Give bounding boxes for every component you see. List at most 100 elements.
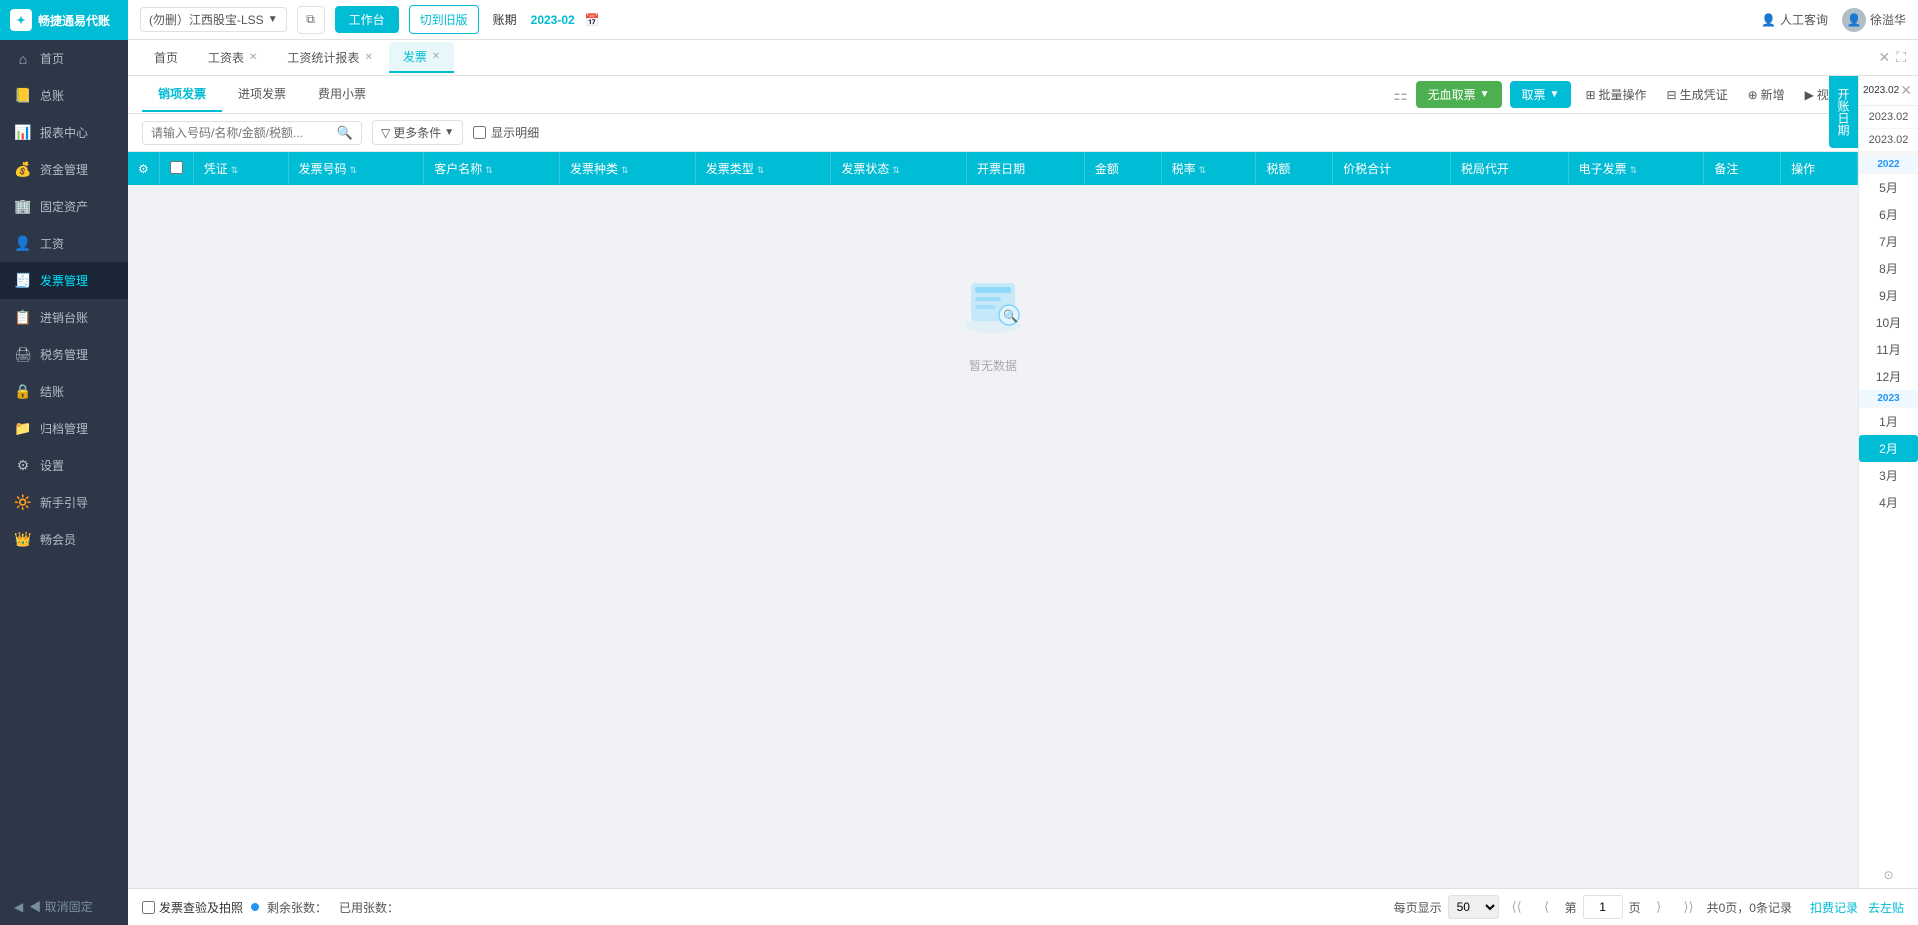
user-profile[interactable]: 👤 徐溢华: [1842, 8, 1906, 32]
sidebar-item-home[interactable]: ⌂ 首页: [0, 40, 128, 77]
col-amount: 金额: [1084, 152, 1161, 185]
sidebar-item-tax[interactable]: 🖨 税务管理: [0, 336, 128, 373]
sidebar-item-guide[interactable]: 🔆 新手引导: [0, 484, 128, 521]
copy-button[interactable]: ⧉: [297, 6, 325, 34]
show-detail-checkbox[interactable]: [473, 126, 486, 139]
next-page-button[interactable]: ⟩: [1647, 895, 1671, 919]
search-input[interactable]: [151, 126, 332, 140]
e-invoice-sort-icon[interactable]: ⇅: [1630, 165, 1638, 175]
month-6[interactable]: 6月: [1859, 201, 1918, 228]
no-cancel-ticket-button[interactable]: 无血取票 ▼: [1416, 81, 1502, 108]
month-9[interactable]: 9月: [1859, 282, 1918, 309]
month-3[interactable]: 3月: [1859, 462, 1918, 489]
last-page-button[interactable]: ⟩⟩: [1677, 895, 1701, 919]
sidebar-item-invoice[interactable]: 🧾 发票管理: [0, 262, 128, 299]
sidebar-item-close[interactable]: 🔒 结账: [0, 373, 128, 410]
footer-left: 发票查验及拍照 剩余张数： 已用张数：: [142, 899, 403, 916]
tab-salary-stats-label: 工资统计报表: [287, 49, 359, 66]
open-period-button[interactable]: 开账日期: [1829, 76, 1858, 148]
tax-rate-sort-icon[interactable]: ⇅: [1199, 165, 1207, 175]
first-page-button[interactable]: ⟨⟨: [1505, 895, 1529, 919]
month-11[interactable]: 11月: [1859, 336, 1918, 363]
period-entry-1[interactable]: 2023.02: [1859, 129, 1918, 152]
month-4[interactable]: 4月: [1859, 489, 1918, 516]
tab-salary-stats-close[interactable]: ✕: [364, 52, 372, 63]
sidebar-item-assets[interactable]: 🏢 固定资产: [0, 188, 128, 225]
svg-text:🔍: 🔍: [1003, 308, 1018, 323]
logo-icon: ✦: [10, 9, 32, 31]
workbench-button[interactable]: 工作台: [335, 6, 399, 33]
fee-record-link[interactable]: 扣费记录: [1810, 899, 1858, 916]
column-settings-icon[interactable]: ⚏: [1393, 85, 1407, 105]
date-panel-close[interactable]: ✕: [1900, 82, 1912, 99]
feedback-link[interactable]: 去左贴: [1868, 899, 1904, 916]
filter-icon: ▽: [381, 126, 390, 140]
month-10[interactable]: 10月: [1859, 309, 1918, 336]
month-8[interactable]: 8月: [1859, 255, 1918, 282]
tab-invoice[interactable]: 发票 ✕: [389, 42, 454, 73]
sidebar-item-payroll[interactable]: 👤 工资: [0, 225, 128, 262]
subtab-purchase-invoice[interactable]: 进项发票: [222, 77, 302, 112]
month-2-active[interactable]: 2月: [1859, 435, 1918, 462]
subtab-sales-invoice[interactable]: 销项发票: [142, 77, 222, 112]
pin-label: ◀ 取消固定: [29, 898, 92, 915]
payroll-icon: 👤: [14, 235, 32, 252]
batch-op-button[interactable]: ⊞ 批量操作: [1579, 81, 1652, 108]
tab-salary-stats[interactable]: 工资统计报表 ✕: [273, 43, 386, 72]
sidebar-item-reports[interactable]: 📊 报表中心: [0, 114, 128, 151]
tab-salary-table-close[interactable]: ✕: [249, 52, 257, 63]
page-input[interactable]: [1583, 895, 1623, 919]
invoice-type-sort-icon[interactable]: ⇅: [621, 165, 629, 175]
subtab-expense-receipt[interactable]: 费用小票: [302, 77, 382, 112]
month-12[interactable]: 12月: [1859, 363, 1918, 390]
voucher-sort-icon[interactable]: ⇅: [231, 165, 239, 175]
show-detail-label[interactable]: 显示明细: [473, 124, 539, 141]
support-icon: 👤: [1761, 13, 1776, 27]
calendar-icon[interactable]: 📅: [585, 13, 600, 27]
col-checkbox: [159, 152, 193, 185]
col-open-date: 开票日期: [967, 152, 1085, 185]
invoice-category-sort-icon[interactable]: ⇅: [757, 165, 765, 175]
select-all-checkbox[interactable]: [170, 161, 183, 174]
month-7[interactable]: 7月: [1859, 228, 1918, 255]
invoice-check-label[interactable]: 发票查验及拍照: [142, 899, 243, 916]
period-label: 账期: [493, 11, 517, 28]
sidebar-item-member[interactable]: 👑 畅会员: [0, 521, 128, 558]
batch-op-icon: ⊞: [1585, 88, 1595, 102]
invoice-check-checkbox[interactable]: [142, 901, 155, 914]
search-icon[interactable]: 🔍: [337, 125, 353, 141]
customer-sort-icon[interactable]: ⇅: [485, 165, 493, 175]
sidebar-item-funds[interactable]: 💰 资金管理: [0, 151, 128, 188]
scroll-up-icon[interactable]: ⊙: [1859, 862, 1918, 888]
sidebar-item-sales[interactable]: 📋 进销台账: [0, 299, 128, 336]
company-selector[interactable]: (勿删）江西股宝-LSS ▼: [140, 7, 287, 32]
company-dropdown-icon: ▼: [268, 14, 278, 25]
old-version-button[interactable]: 切到旧版: [409, 5, 479, 34]
prev-page-button[interactable]: ⟨: [1535, 895, 1559, 919]
search-box: 🔍: [142, 121, 362, 145]
month-5[interactable]: 5月: [1859, 174, 1918, 201]
sidebar-item-archive[interactable]: 📁 归档管理: [0, 410, 128, 447]
tab-maximize-icon[interactable]: ⛶: [1896, 49, 1906, 66]
invoice-no-sort-icon[interactable]: ⇅: [350, 165, 358, 175]
tab-salary-table[interactable]: 工资表 ✕: [194, 43, 271, 72]
sidebar-item-settings[interactable]: ⚙ 设置: [0, 447, 128, 484]
close-accounts-icon: 🔒: [14, 383, 32, 400]
sidebar-pin-toggle[interactable]: ◀ ◀ 取消固定: [0, 888, 128, 925]
app-name: 畅捷通易代账: [38, 12, 110, 29]
tab-minimize-icon[interactable]: ✕: [1878, 49, 1890, 66]
period-entry-0[interactable]: 2023.02: [1859, 106, 1918, 129]
month-1[interactable]: 1月: [1859, 408, 1918, 435]
new-button[interactable]: ⊕ 新增: [1742, 81, 1791, 108]
support-button[interactable]: 👤 人工客询: [1761, 11, 1828, 28]
no-cancel-dropdown-icon: ▼: [1480, 89, 1490, 100]
tab-home[interactable]: 首页: [140, 43, 192, 72]
take-ticket-button[interactable]: 取票 ▼: [1510, 81, 1572, 108]
filter-button[interactable]: ▽ 更多条件 ▼: [372, 120, 463, 145]
per-page-select[interactable]: 50 100 200: [1448, 895, 1499, 919]
sidebar-item-ledger[interactable]: 📒 总账: [0, 77, 128, 114]
app-logo: ✦ 畅捷通易代账: [0, 0, 128, 40]
tab-invoice-close[interactable]: ✕: [432, 51, 440, 62]
generate-voucher-button[interactable]: ⊟ 生成凭证: [1661, 81, 1734, 108]
invoice-status-sort-icon[interactable]: ⇅: [892, 165, 900, 175]
